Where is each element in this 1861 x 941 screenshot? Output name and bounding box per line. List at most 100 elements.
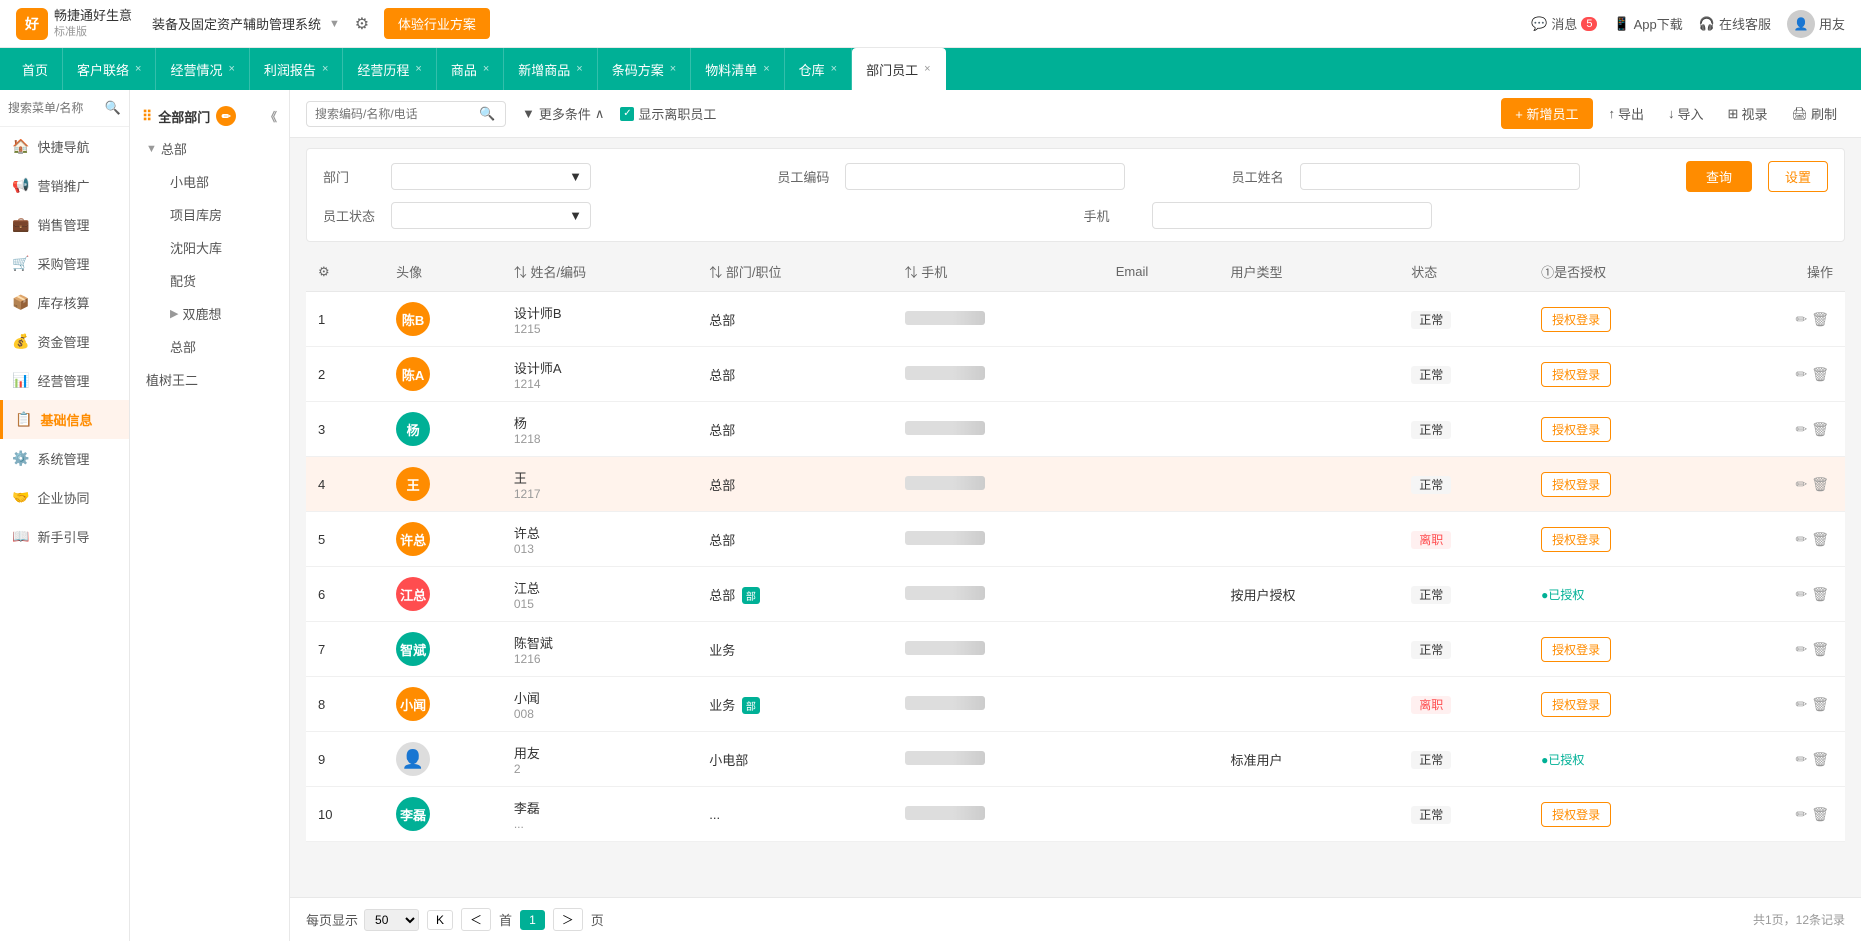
- delete-btn[interactable]: 🗑: [1811, 366, 1829, 382]
- dept-edit-btn[interactable]: ✏: [216, 106, 236, 126]
- sidebar-item-quick-nav[interactable]: 🏠 快捷导航: [0, 127, 129, 166]
- tab-barcode[interactable]: 条码方案 ×: [598, 48, 691, 90]
- delete-btn[interactable]: 🗑: [1811, 751, 1829, 767]
- settings-gear-btn[interactable]: ⚙: [348, 10, 376, 38]
- delete-btn[interactable]: 🗑: [1811, 531, 1829, 547]
- auth-login-btn[interactable]: 授权登录: [1541, 417, 1611, 442]
- edit-btn[interactable]: ✏: [1795, 366, 1807, 382]
- tab-close-icon[interactable]: ×: [576, 63, 582, 75]
- sidebar-item-marketing[interactable]: 📢 营销推广: [0, 166, 129, 205]
- sidebar-item-operations[interactable]: 📊 经营管理: [0, 361, 129, 400]
- edit-btn[interactable]: ✏: [1795, 806, 1807, 822]
- user-menu[interactable]: 👤 用友: [1787, 10, 1845, 38]
- per-page-select[interactable]: 50 20 100: [364, 909, 419, 931]
- auth-login-btn[interactable]: 授权登录: [1541, 527, 1611, 552]
- sidebar-item-system[interactable]: ⚙️ 系统管理: [0, 439, 129, 478]
- emp-code-input[interactable]: [845, 163, 1125, 190]
- next-page-btn[interactable]: ＞: [553, 908, 583, 931]
- view-btn[interactable]: ⊞ 视录: [1720, 100, 1776, 127]
- tab-goods[interactable]: 商品 ×: [437, 48, 504, 90]
- print-btn[interactable]: 🖨 刷制: [1783, 100, 1845, 127]
- tab-close-icon[interactable]: ×: [763, 63, 769, 75]
- tab-add-goods[interactable]: 新增商品 ×: [504, 48, 597, 90]
- edit-btn[interactable]: ✏: [1795, 531, 1807, 547]
- auth-login-btn[interactable]: 授权登录: [1541, 472, 1611, 497]
- col-settings[interactable]: ⚙: [306, 252, 384, 292]
- edit-btn[interactable]: ✏: [1795, 641, 1807, 657]
- tab-close-icon[interactable]: ×: [483, 63, 489, 75]
- export-btn[interactable]: ↑ 导出: [1601, 100, 1653, 127]
- add-employee-button[interactable]: + 新增员工: [1501, 98, 1592, 129]
- sidebar-item-basic-info[interactable]: 📋 基础信息: [0, 400, 129, 439]
- delete-btn[interactable]: 🗑: [1811, 696, 1829, 712]
- edit-btn[interactable]: ✏: [1795, 476, 1807, 492]
- dept-item-project-warehouse[interactable]: 项目库房: [154, 198, 289, 231]
- dept-collapse-btn[interactable]: 《: [265, 108, 277, 125]
- tab-close-icon[interactable]: ×: [415, 63, 421, 75]
- tab-home[interactable]: 首页: [8, 48, 63, 90]
- col-dept-position[interactable]: ⇅ 部门/职位: [697, 252, 892, 292]
- col-name-code[interactable]: ⇅ 姓名/编码: [502, 252, 697, 292]
- import-btn[interactable]: ↓ 导入: [1660, 100, 1712, 127]
- dept-item-headquarters[interactable]: ▼ 总部: [130, 132, 289, 165]
- auth-login-btn[interactable]: 授权登录: [1541, 692, 1611, 717]
- edit-btn[interactable]: ✏: [1795, 421, 1807, 437]
- set-button[interactable]: 设置: [1768, 161, 1828, 192]
- delete-btn[interactable]: 🗑: [1811, 476, 1829, 492]
- auth-login-btn[interactable]: 授权登录: [1541, 307, 1611, 332]
- system-title-arrow-icon[interactable]: ▼: [329, 18, 340, 30]
- tab-operations[interactable]: 经营情况 ×: [156, 48, 249, 90]
- query-button[interactable]: 查询: [1686, 161, 1752, 192]
- edit-btn[interactable]: ✏: [1795, 586, 1807, 602]
- delete-btn[interactable]: 🗑: [1811, 806, 1829, 822]
- sidebar-item-purchase[interactable]: 🛒 采购管理: [0, 244, 129, 283]
- tab-warehouse[interactable]: 仓库 ×: [785, 48, 852, 90]
- sidebar-item-corp[interactable]: 🤝 企业协同: [0, 478, 129, 517]
- prev-page-btn[interactable]: ＜: [461, 908, 491, 931]
- first-page-btn[interactable]: K: [427, 910, 453, 930]
- search-input[interactable]: [315, 107, 475, 121]
- delete-btn[interactable]: 🗑: [1811, 421, 1829, 437]
- auth-login-btn[interactable]: 授权登录: [1541, 637, 1611, 662]
- more-conditions-btn[interactable]: ▼ 更多条件 ∧: [514, 100, 612, 127]
- dept-item-zhishu[interactable]: 植树王二: [130, 363, 289, 396]
- dept-select[interactable]: ▼: [391, 163, 591, 190]
- tab-close-icon-active[interactable]: ×: [924, 63, 930, 75]
- phone-input[interactable]: [1152, 202, 1432, 229]
- tab-close-icon[interactable]: ×: [135, 63, 141, 75]
- sidebar-item-sales[interactable]: 💼 销售管理: [0, 205, 129, 244]
- auth-login-btn[interactable]: 授权登录: [1541, 802, 1611, 827]
- sidebar-item-finance[interactable]: 💰 资金管理: [0, 322, 129, 361]
- message-btn[interactable]: 💬 消息 5: [1531, 14, 1597, 33]
- emp-name-input[interactable]: [1300, 163, 1580, 190]
- tab-bom[interactable]: 物料清单 ×: [691, 48, 784, 90]
- auth-login-btn[interactable]: 授权登录: [1541, 362, 1611, 387]
- tab-close-icon[interactable]: ×: [228, 63, 234, 75]
- col-phone[interactable]: ⇅ 手机: [893, 252, 1104, 292]
- dept-item-headquarters-sub[interactable]: 总部: [154, 330, 289, 363]
- online-service-btn[interactable]: 🎧 在线客服: [1699, 14, 1771, 33]
- show-resigned-checkbox[interactable]: ✓: [620, 107, 634, 121]
- dept-item-shuanglu[interactable]: ▶ 双鹿想: [154, 297, 289, 330]
- dept-item-small-elec[interactable]: 小电部: [154, 165, 289, 198]
- dept-item-distribution[interactable]: 配货: [154, 264, 289, 297]
- show-resigned-toggle[interactable]: ✓ 显示离职员工: [620, 104, 716, 123]
- tab-close-icon[interactable]: ×: [322, 63, 328, 75]
- tab-profit[interactable]: 利润报告 ×: [250, 48, 343, 90]
- sidebar-item-guide[interactable]: 📖 新手引导: [0, 517, 129, 556]
- edit-btn[interactable]: ✏: [1795, 751, 1807, 767]
- tab-close-icon[interactable]: ×: [670, 63, 676, 75]
- delete-btn[interactable]: 🗑: [1811, 641, 1829, 657]
- sidebar-item-inventory[interactable]: 📦 库存核算: [0, 283, 129, 322]
- tab-journey[interactable]: 经营历程 ×: [343, 48, 436, 90]
- delete-btn[interactable]: 🗑: [1811, 586, 1829, 602]
- trial-button[interactable]: 体验行业方案: [384, 8, 490, 39]
- edit-btn[interactable]: ✏: [1795, 311, 1807, 327]
- page-num-btn[interactable]: 1: [520, 910, 545, 930]
- tab-department-staff[interactable]: 部门员工 ×: [852, 48, 945, 90]
- emp-status-select[interactable]: ▼: [391, 202, 591, 229]
- dept-item-shenyang[interactable]: 沈阳大库: [154, 231, 289, 264]
- edit-btn[interactable]: ✏: [1795, 696, 1807, 712]
- tab-customer[interactable]: 客户联络 ×: [63, 48, 156, 90]
- sidebar-search-input[interactable]: [8, 101, 101, 115]
